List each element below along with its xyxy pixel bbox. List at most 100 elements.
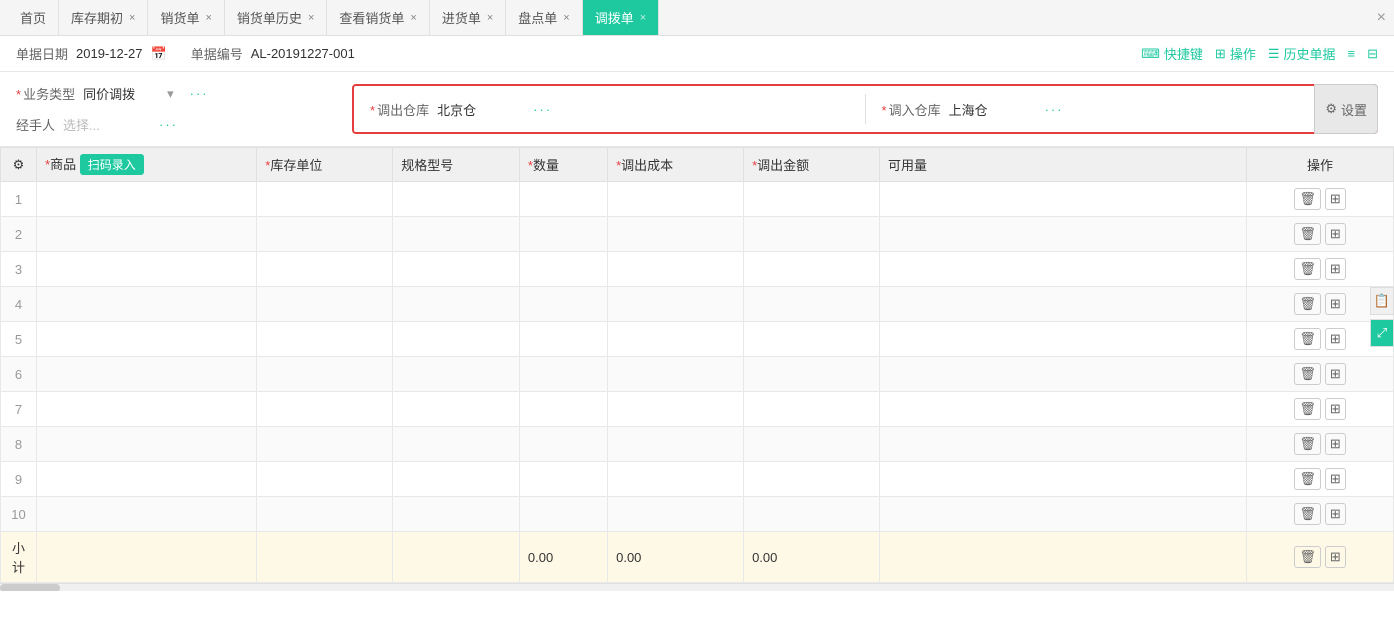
cell-spec[interactable] <box>393 182 520 217</box>
cell-cost[interactable]: 0.00 <box>608 532 744 583</box>
delete-row-button[interactable]: 🗑 <box>1294 398 1321 420</box>
cell-cost[interactable] <box>608 392 744 427</box>
delete-row-button[interactable]: 🗑 <box>1294 293 1321 315</box>
cell-product[interactable] <box>37 357 257 392</box>
cell-amount[interactable] <box>744 462 880 497</box>
business-type-select[interactable]: 同价调拨 ▾ <box>83 84 174 103</box>
cell-quantity[interactable] <box>519 252 607 287</box>
cell-spec[interactable] <box>393 217 520 252</box>
tab-transfer[interactable]: 调拨单 × <box>583 0 659 35</box>
cell-spec[interactable] <box>393 252 520 287</box>
close-icon[interactable]: × <box>640 12 646 24</box>
delete-row-button[interactable]: 🗑 <box>1294 503 1321 525</box>
cell-unit[interactable] <box>257 357 393 392</box>
close-all-button[interactable]: × <box>1377 9 1386 27</box>
calendar-icon[interactable]: 📅 <box>151 46 167 62</box>
cell-quantity[interactable] <box>519 182 607 217</box>
tab-view-sales[interactable]: 查看销货单 × <box>327 0 429 35</box>
cell-available[interactable] <box>880 462 1247 497</box>
cell-available[interactable] <box>880 182 1247 217</box>
cell-available[interactable] <box>880 357 1247 392</box>
cell-product[interactable] <box>37 427 257 462</box>
handler-value[interactable]: 选择... <box>63 115 143 134</box>
cell-amount[interactable] <box>744 182 880 217</box>
copy-row-button[interactable]: ⊞ <box>1325 328 1346 350</box>
cell-unit[interactable] <box>257 287 393 322</box>
horizontal-scrollbar[interactable] <box>0 583 1394 591</box>
col-settings[interactable]: ⚙ <box>1 148 37 182</box>
cell-quantity[interactable] <box>519 392 607 427</box>
cell-amount[interactable]: 0.00 <box>744 532 880 583</box>
shortcuts-button[interactable]: ⌨ 快捷键 <box>1141 44 1203 63</box>
cell-available[interactable] <box>880 532 1247 583</box>
cell-amount[interactable] <box>744 497 880 532</box>
cell-amount[interactable] <box>744 357 880 392</box>
cell-product[interactable] <box>37 532 257 583</box>
cell-unit[interactable] <box>257 182 393 217</box>
cell-quantity[interactable] <box>519 462 607 497</box>
delete-row-button[interactable]: 🗑 <box>1294 328 1321 350</box>
cell-unit[interactable] <box>257 427 393 462</box>
cell-cost[interactable] <box>608 182 744 217</box>
copy-row-button[interactable]: ⊞ <box>1325 363 1346 385</box>
cell-quantity[interactable] <box>519 322 607 357</box>
delete-row-button[interactable]: 🗑 <box>1294 433 1321 455</box>
close-icon[interactable]: × <box>308 12 314 24</box>
cell-amount[interactable] <box>744 427 880 462</box>
cell-quantity[interactable]: 0.00 <box>519 532 607 583</box>
cell-unit[interactable] <box>257 497 393 532</box>
business-type-more[interactable]: ··· <box>190 86 209 101</box>
cell-spec[interactable] <box>393 427 520 462</box>
copy-row-button[interactable]: ⊞ <box>1325 293 1346 315</box>
cell-product[interactable] <box>37 287 257 322</box>
delete-row-button[interactable]: 🗑 <box>1294 188 1321 210</box>
cell-cost[interactable] <box>608 252 744 287</box>
cell-spec[interactable] <box>393 532 520 583</box>
transfer-out-more[interactable]: ··· <box>533 102 552 117</box>
cell-spec[interactable] <box>393 497 520 532</box>
chevron-down-icon[interactable]: ▾ <box>167 86 174 102</box>
date-value[interactable]: 2019-12-27 <box>76 46 143 61</box>
cell-product[interactable] <box>37 462 257 497</box>
cell-cost[interactable] <box>608 497 744 532</box>
cell-cost[interactable] <box>608 427 744 462</box>
copy-row-button[interactable]: ⊞ <box>1325 258 1346 280</box>
copy-row-button[interactable]: ⊞ <box>1325 188 1346 210</box>
cell-cost[interactable] <box>608 357 744 392</box>
cell-available[interactable] <box>880 497 1247 532</box>
cell-available[interactable] <box>880 252 1247 287</box>
cell-product[interactable] <box>37 322 257 357</box>
cell-quantity[interactable] <box>519 217 607 252</box>
close-icon[interactable]: × <box>563 12 569 24</box>
delete-row-button[interactable]: 🗑 <box>1294 363 1321 385</box>
cell-available[interactable] <box>880 322 1247 357</box>
cell-product[interactable] <box>37 497 257 532</box>
delete-row-button[interactable]: 🗑 <box>1294 258 1321 280</box>
tab-sales[interactable]: 销货单 × <box>148 0 224 35</box>
tab-sales-history[interactable]: 销货单历史 × <box>225 0 327 35</box>
cell-unit[interactable] <box>257 322 393 357</box>
copy-row-button[interactable]: ⊞ <box>1325 468 1346 490</box>
cell-spec[interactable] <box>393 462 520 497</box>
cell-available[interactable] <box>880 427 1247 462</box>
cell-spec[interactable] <box>393 392 520 427</box>
tab-home[interactable]: 首页 <box>8 0 59 35</box>
cell-unit[interactable] <box>257 392 393 427</box>
cell-product[interactable] <box>37 252 257 287</box>
layout-list-button[interactable]: ≡ <box>1348 46 1356 61</box>
cell-cost[interactable] <box>608 462 744 497</box>
cell-quantity[interactable] <box>519 427 607 462</box>
settings-button[interactable]: ⚙ 设置 <box>1314 84 1378 134</box>
float-expand-button[interactable]: ⤢ <box>1370 319 1394 347</box>
scroll-thumb[interactable] <box>0 584 60 591</box>
cell-spec[interactable] <box>393 322 520 357</box>
tab-inventory-init[interactable]: 库存期初 × <box>59 0 148 35</box>
tab-purchase[interactable]: 进货单 × <box>430 0 506 35</box>
cell-product[interactable] <box>37 217 257 252</box>
copy-row-button[interactable]: ⊞ <box>1325 546 1346 568</box>
operations-button[interactable]: ⊞ 操作 <box>1215 44 1256 63</box>
cell-unit[interactable] <box>257 252 393 287</box>
tab-inventory-check[interactable]: 盘点单 × <box>506 0 582 35</box>
close-icon[interactable]: × <box>129 12 135 24</box>
cell-product[interactable] <box>37 182 257 217</box>
